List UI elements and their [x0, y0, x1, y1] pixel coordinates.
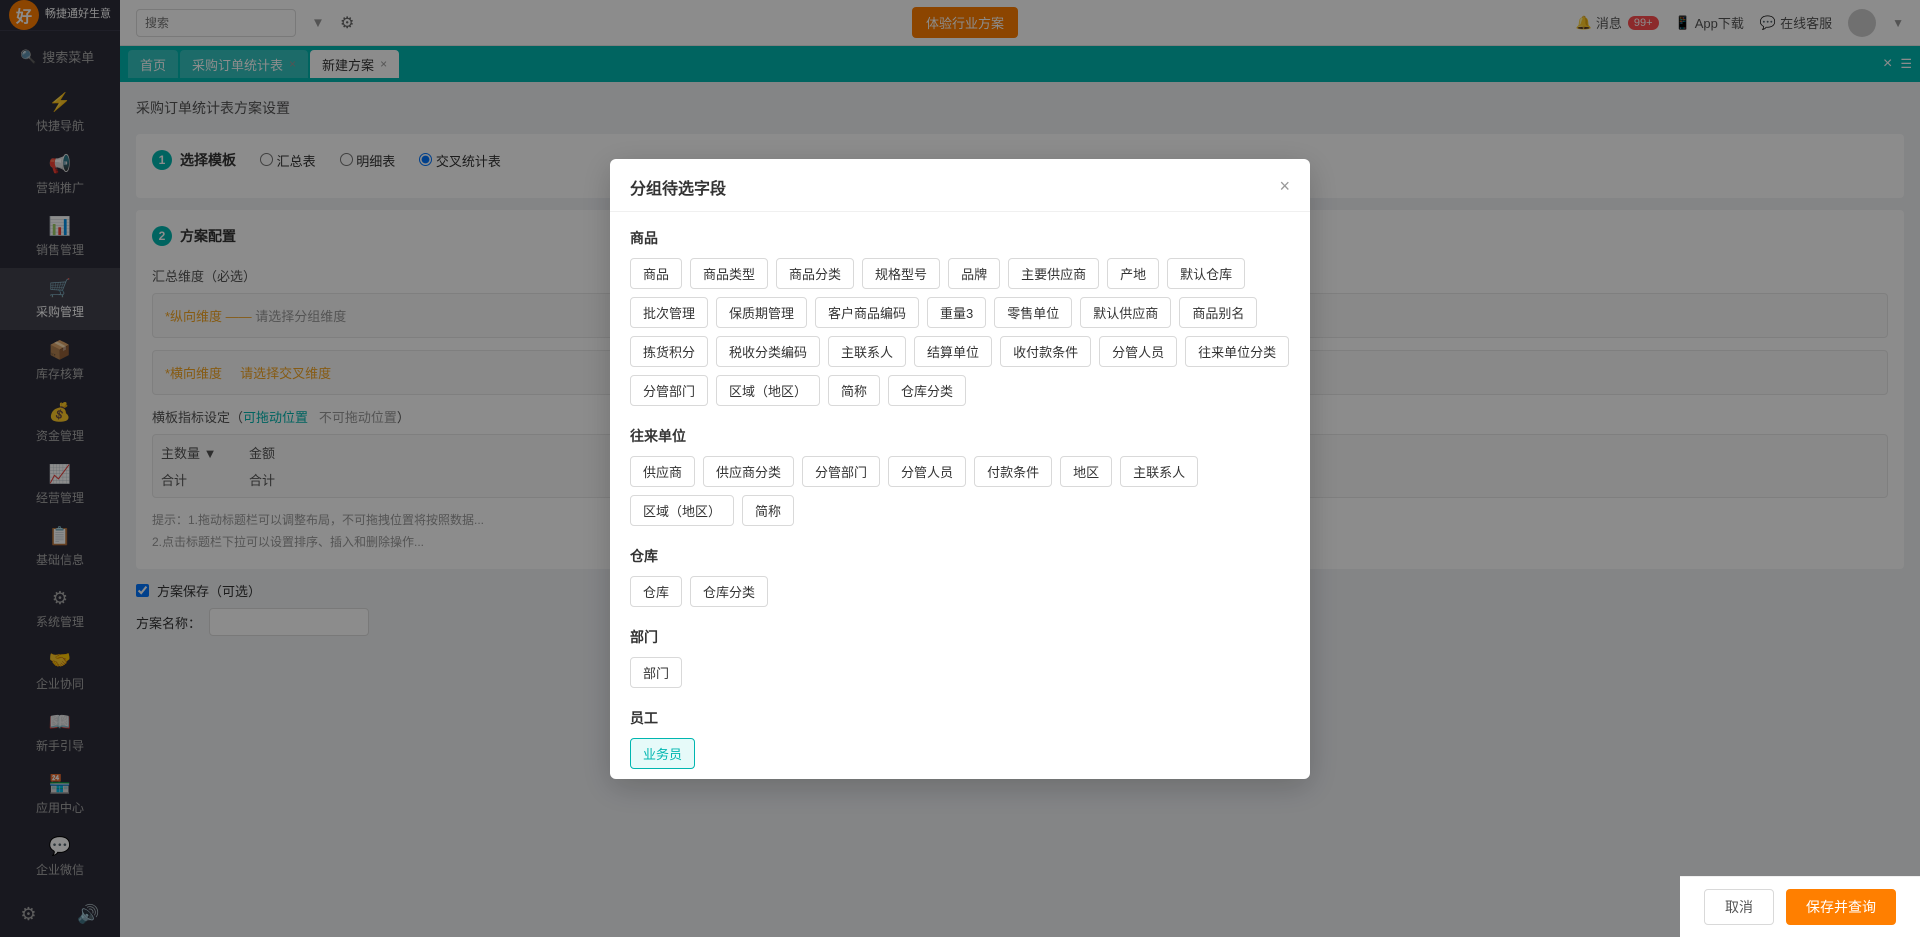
field-tag-item[interactable]: 重量3 [927, 297, 986, 328]
field-tag-item[interactable]: 税收分类编码 [716, 336, 820, 367]
field-tag-item[interactable]: 业务员 [630, 738, 695, 769]
field-tag-item[interactable]: 简称 [742, 495, 794, 526]
field-group-counterparty: 往来单位 供应商供应商分类分管部门分管人员付款条件地区主联系人区域（地区） 简称 [630, 426, 1290, 526]
field-tag-item[interactable]: 默认仓库 [1167, 258, 1245, 289]
field-tags-warehouse: 仓库仓库分类 [630, 576, 1290, 607]
field-tag-item[interactable]: 分管部门 [630, 375, 708, 406]
field-tag-item[interactable]: 收付款条件 [1000, 336, 1091, 367]
field-tag-item[interactable]: 结算单位 [914, 336, 992, 367]
field-tag-item[interactable]: 规格型号 [862, 258, 940, 289]
field-tag-item[interactable]: 保质期管理 [716, 297, 807, 328]
field-tag-item[interactable]: 客户商品编码 [815, 297, 919, 328]
field-tags-dept: 部门 [630, 657, 1290, 688]
field-tag-item[interactable]: 分管人员 [888, 456, 966, 487]
field-tag-item[interactable]: 批次管理 [630, 297, 708, 328]
modal-close-button[interactable]: × [1279, 176, 1290, 197]
field-tag-item[interactable]: 区域（地区） [716, 375, 820, 406]
field-tag-item[interactable]: 供应商 [630, 456, 695, 487]
field-tag-item[interactable]: 仓库分类 [888, 375, 966, 406]
field-tag-item[interactable]: 仓库分类 [690, 576, 768, 607]
field-group-dept-title: 部门 [630, 627, 1290, 647]
field-tag-item[interactable]: 区域（地区） [630, 495, 734, 526]
field-tag-item[interactable]: 主联系人 [1120, 456, 1198, 487]
field-tag-item[interactable]: 零售单位 [994, 297, 1072, 328]
field-tag-item[interactable]: 商品 [630, 258, 682, 289]
field-group-employee: 员工 业务员 [630, 708, 1290, 769]
field-tag-item[interactable]: 品牌 [948, 258, 1000, 289]
field-group-product-title: 商品 [630, 228, 1290, 248]
field-tag-item[interactable]: 默认供应商 [1080, 297, 1171, 328]
field-group-counterparty-title: 往来单位 [630, 426, 1290, 446]
field-tag-item[interactable]: 拣货积分 [630, 336, 708, 367]
field-tag-item[interactable]: 主要供应商 [1008, 258, 1099, 289]
modal-header: 分组待选字段 × [610, 159, 1310, 212]
field-group-warehouse-title: 仓库 [630, 546, 1290, 566]
field-tag-item[interactable]: 供应商分类 [703, 456, 794, 487]
field-tag-item[interactable]: 付款条件 [974, 456, 1052, 487]
cancel-button[interactable]: 取消 [1704, 889, 1774, 925]
field-tag-item[interactable]: 商品别名 [1179, 297, 1257, 328]
modal-overlay: 分组待选字段 × 商品 商品商品类型商品分类规格型号品牌主要供应商产地默认仓库批… [0, 0, 1920, 937]
footer-actions: 取消 保存并查询 [1680, 876, 1920, 937]
field-tag-item[interactable]: 地区 [1060, 456, 1112, 487]
modal-body: 商品 商品商品类型商品分类规格型号品牌主要供应商产地默认仓库批次管理保质期管理客… [610, 212, 1310, 779]
field-tags-employee: 业务员 [630, 738, 1290, 769]
field-tag-item[interactable]: 产地 [1107, 258, 1159, 289]
field-tag-item[interactable]: 分管部门 [802, 456, 880, 487]
field-group-dept: 部门 部门 [630, 627, 1290, 688]
field-tags-product: 商品商品类型商品分类规格型号品牌主要供应商产地默认仓库批次管理保质期管理客户商品… [630, 258, 1290, 406]
confirm-button[interactable]: 保存并查询 [1786, 889, 1896, 925]
field-group-warehouse: 仓库 仓库仓库分类 [630, 546, 1290, 607]
field-select-modal: 分组待选字段 × 商品 商品商品类型商品分类规格型号品牌主要供应商产地默认仓库批… [610, 159, 1310, 779]
field-tag-item[interactable]: 商品分类 [776, 258, 854, 289]
modal-title: 分组待选字段 [630, 175, 726, 199]
field-group-product: 商品 商品商品类型商品分类规格型号品牌主要供应商产地默认仓库批次管理保质期管理客… [630, 228, 1290, 406]
field-tag-item[interactable]: 商品类型 [690, 258, 768, 289]
field-tags-counterparty: 供应商供应商分类分管部门分管人员付款条件地区主联系人区域（地区） 简称 [630, 456, 1290, 526]
field-tag-item[interactable]: 简称 [828, 375, 880, 406]
field-tag-item[interactable]: 部门 [630, 657, 682, 688]
field-tag-item[interactable]: 仓库 [630, 576, 682, 607]
field-tag-item[interactable]: 分管人员 [1099, 336, 1177, 367]
field-group-employee-title: 员工 [630, 708, 1290, 728]
field-tag-item[interactable]: 主联系人 [828, 336, 906, 367]
field-tag-item[interactable]: 往来单位分类 [1185, 336, 1289, 367]
